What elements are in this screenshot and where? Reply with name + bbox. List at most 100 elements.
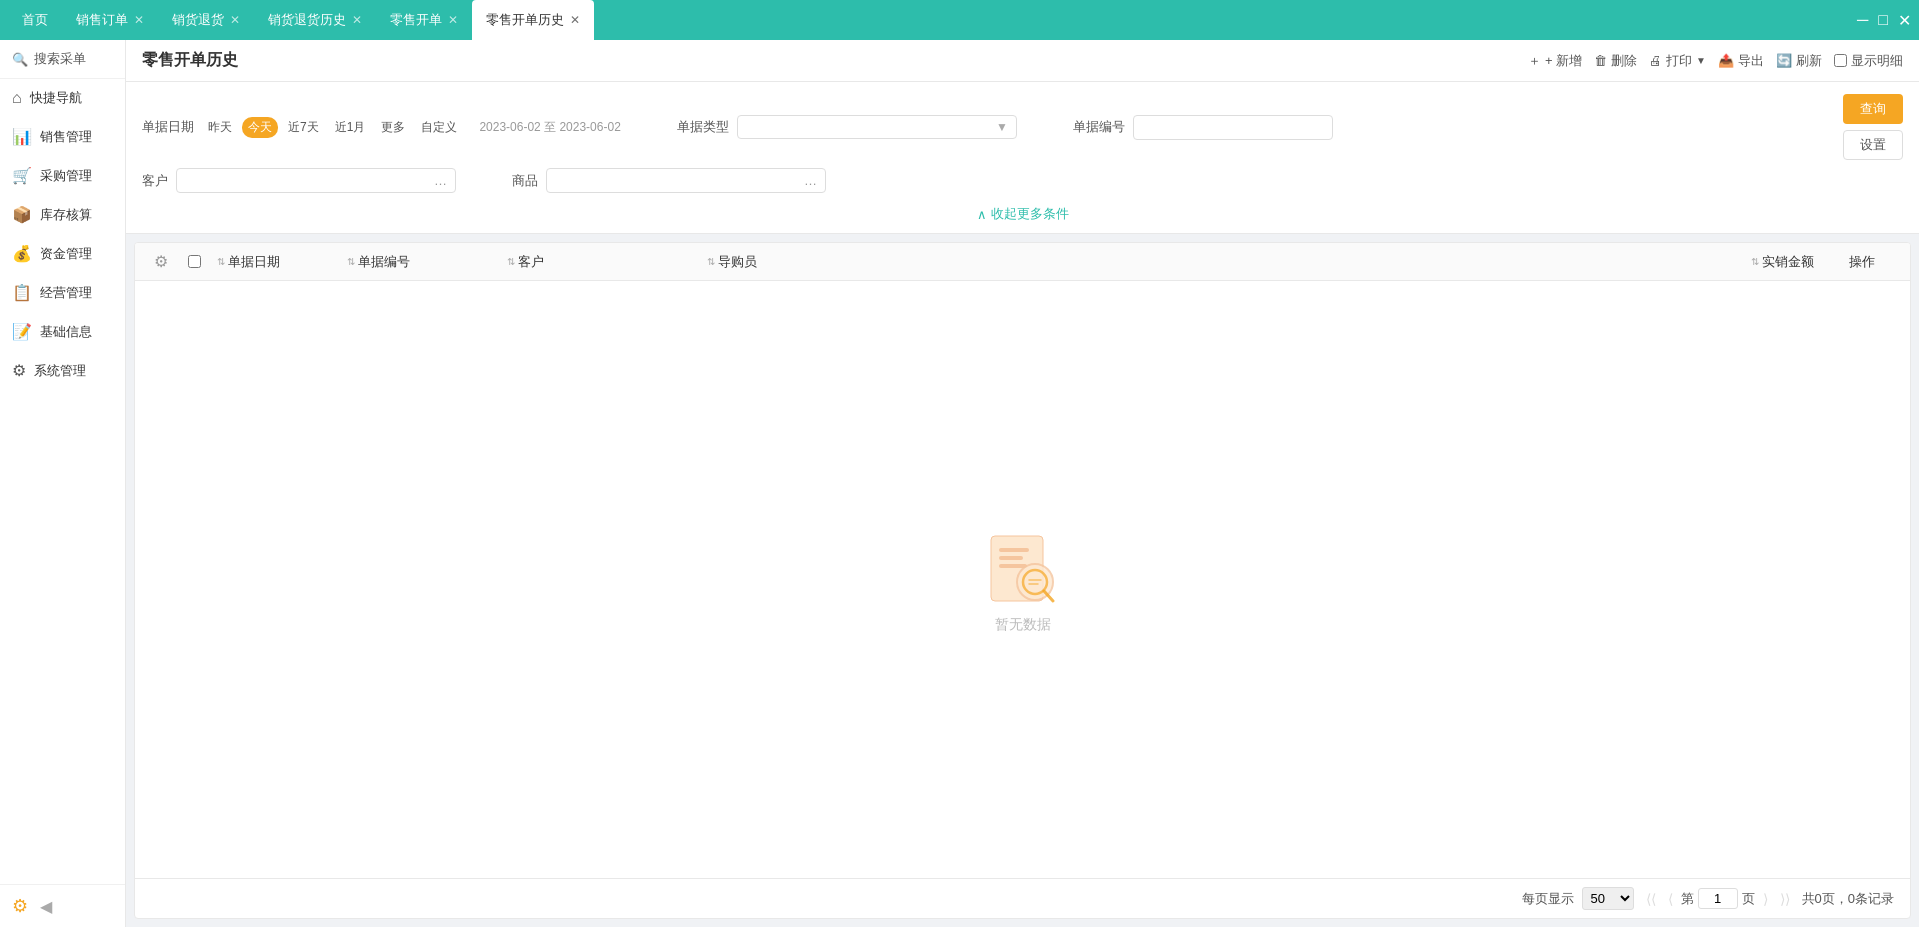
maximize-button[interactable]: □ bbox=[1878, 11, 1888, 29]
doc-type-label: 单据类型 bbox=[677, 118, 729, 136]
tab-close-sales-order[interactable]: ✕ bbox=[134, 13, 144, 27]
customer-label: 客户 bbox=[142, 172, 168, 190]
ops-icon: 📋 bbox=[12, 283, 32, 302]
display-detail-checkbox-container: 显示明细 bbox=[1834, 52, 1903, 70]
customer-input[interactable]: … bbox=[176, 168, 456, 193]
sidebar-item-finance[interactable]: 💰 资金管理 bbox=[0, 234, 125, 273]
collapse-label: 收起更多条件 bbox=[991, 205, 1069, 223]
table-settings-icon[interactable]: ⚙ bbox=[143, 252, 179, 271]
doc-type-dropdown-icon: ▼ bbox=[996, 120, 1008, 134]
purchase-icon: 🛒 bbox=[12, 166, 32, 185]
col-header-salesperson[interactable]: ⇅ 导购员 bbox=[699, 253, 819, 271]
svg-rect-3 bbox=[999, 564, 1027, 568]
sidebar-bottom: ⚙ ◀ bbox=[0, 884, 125, 927]
tab-sales-order[interactable]: 销售订单 ✕ bbox=[62, 0, 158, 40]
sidebar-item-inventory[interactable]: 📦 库存核算 bbox=[0, 195, 125, 234]
doc-num-input[interactable] bbox=[1133, 115, 1333, 140]
sidebar-item-quick-nav[interactable]: ⌂ 快捷导航 bbox=[0, 79, 125, 117]
sidebar-search-label: 搜索采单 bbox=[34, 50, 86, 68]
col-header-op: 操作 bbox=[1822, 253, 1902, 271]
tab-close-retail-open-history[interactable]: ✕ bbox=[570, 13, 580, 27]
goods-input[interactable]: … bbox=[546, 168, 826, 193]
date-today-btn[interactable]: 今天 bbox=[242, 117, 278, 138]
date-custom-btn[interactable]: 自定义 bbox=[415, 117, 463, 138]
empty-text: 暂无数据 bbox=[995, 616, 1051, 634]
collapse-bar[interactable]: ∧ 收起更多条件 bbox=[142, 201, 1903, 225]
select-all-checkbox[interactable] bbox=[188, 255, 201, 268]
goods-filter-field: 商品 … bbox=[512, 168, 826, 193]
tab-retail-open-history[interactable]: 零售开单历史 ✕ bbox=[472, 0, 594, 40]
table-header: ⚙ ⇅ 单据日期 ⇅ 单据编号 ⇅ 客户 ⇅ 导购员 bbox=[135, 243, 1910, 281]
sidebar-label-base-info: 基础信息 bbox=[40, 323, 92, 341]
export-button[interactable]: 📤 导出 bbox=[1718, 52, 1764, 70]
col-header-date[interactable]: ⇅ 单据日期 bbox=[209, 253, 339, 271]
col-header-client[interactable]: ⇅ 客户 bbox=[499, 253, 699, 271]
display-detail-label: 显示明细 bbox=[1851, 52, 1903, 70]
tab-home[interactable]: 首页 bbox=[8, 0, 62, 40]
search-icon: 🔍 bbox=[12, 52, 28, 67]
doc-type-select[interactable]: ▼ bbox=[737, 115, 1017, 139]
sys-icon: ⚙ bbox=[12, 361, 26, 380]
sidebar-label-finance: 资金管理 bbox=[40, 245, 92, 263]
date-last7-btn[interactable]: 近7天 bbox=[282, 117, 325, 138]
query-button[interactable]: 查询 bbox=[1843, 94, 1903, 124]
empty-state: 暂无数据 bbox=[135, 281, 1910, 878]
print-icon: 🖨 bbox=[1649, 53, 1662, 68]
tab-sales-return-history[interactable]: 销货退货历史 ✕ bbox=[254, 0, 376, 40]
print-button[interactable]: 🖨 打印 ▼ bbox=[1649, 52, 1706, 70]
page-last-btn[interactable]: ⟩⟩ bbox=[1776, 889, 1794, 909]
sidebar-label-purchase-mgmt: 采购管理 bbox=[40, 167, 92, 185]
tab-retail-open[interactable]: 零售开单 ✕ bbox=[376, 0, 472, 40]
date-more-btn[interactable]: 更多 bbox=[375, 117, 411, 138]
tab-close-sales-return-history[interactable]: ✕ bbox=[352, 13, 362, 27]
page-nav: ⟨⟨ ⟨ 第 页 ⟩ ⟩⟩ bbox=[1642, 888, 1794, 909]
sidebar-search[interactable]: 🔍 搜索采单 bbox=[0, 40, 125, 79]
delete-icon: 🗑 bbox=[1594, 53, 1607, 68]
sidebar-item-sys-mgmt[interactable]: ⚙ 系统管理 bbox=[0, 351, 125, 390]
content-area: 零售开单历史 ＋ + 新增 🗑 删除 🖨 打印 ▼ 📤 导出 bbox=[126, 40, 1919, 927]
date-filter-field: 单据日期 昨天 今天 近7天 近1月 更多 自定义 bbox=[142, 117, 463, 138]
window-controls: ─ □ ✕ bbox=[1857, 11, 1911, 30]
close-button[interactable]: ✕ bbox=[1898, 11, 1911, 30]
table-select-all[interactable] bbox=[179, 255, 209, 268]
date-filter-label: 单据日期 bbox=[142, 118, 194, 136]
page-next-btn[interactable]: ⟩ bbox=[1759, 889, 1772, 909]
sidebar-item-sales-mgmt[interactable]: 📊 销售管理 bbox=[0, 117, 125, 156]
customer-ellipsis: … bbox=[434, 173, 447, 188]
col-header-amount[interactable]: ⇅ 实销金额 bbox=[1702, 253, 1822, 271]
minimize-button[interactable]: ─ bbox=[1857, 11, 1868, 29]
page-first-btn[interactable]: ⟨⟨ bbox=[1642, 889, 1660, 909]
tab-bar: 首页 销售订单 ✕ 销货退货 ✕ 销货退货历史 ✕ 零售开单 ✕ 零售开单历史 … bbox=[0, 0, 1919, 40]
sidebar-item-purchase-mgmt[interactable]: 🛒 采购管理 bbox=[0, 156, 125, 195]
inventory-icon: 📦 bbox=[12, 205, 32, 224]
goods-label: 商品 bbox=[512, 172, 538, 190]
sidebar-settings-icon[interactable]: ⚙ bbox=[12, 895, 28, 917]
delete-button[interactable]: 🗑 删除 bbox=[1594, 52, 1637, 70]
refresh-icon: 🔄 bbox=[1776, 53, 1792, 68]
page-prev-btn[interactable]: ⟨ bbox=[1664, 889, 1677, 909]
per-page-select[interactable]: 50 100 200 bbox=[1582, 887, 1634, 910]
tab-close-sales-return[interactable]: ✕ bbox=[230, 13, 240, 27]
display-detail-checkbox[interactable] bbox=[1834, 54, 1847, 67]
sidebar-label-inventory: 库存核算 bbox=[40, 206, 92, 224]
sidebar-label-sys-mgmt: 系统管理 bbox=[34, 362, 86, 380]
refresh-button[interactable]: 🔄 刷新 bbox=[1776, 52, 1822, 70]
date-yesterday-btn[interactable]: 昨天 bbox=[202, 117, 238, 138]
finance-icon: 💰 bbox=[12, 244, 32, 263]
svg-rect-2 bbox=[999, 556, 1023, 560]
tab-sales-return[interactable]: 销货退货 ✕ bbox=[158, 0, 254, 40]
date-last-month-btn[interactable]: 近1月 bbox=[329, 117, 372, 138]
page-input[interactable] bbox=[1698, 888, 1738, 909]
sidebar: 🔍 搜索采单 ⌂ 快捷导航 📊 销售管理 🛒 采购管理 📦 库存核算 💰 资金管… bbox=[0, 40, 126, 927]
sidebar-item-ops-mgmt[interactable]: 📋 经营管理 bbox=[0, 273, 125, 312]
settings-button[interactable]: 设置 bbox=[1843, 130, 1903, 160]
sidebar-item-base-info[interactable]: 📝 基础信息 bbox=[0, 312, 125, 351]
col-date-sort-icon: ⇅ bbox=[217, 256, 225, 267]
table-area: ⚙ ⇅ 单据日期 ⇅ 单据编号 ⇅ 客户 ⇅ 导购员 bbox=[134, 242, 1911, 919]
tab-close-retail-open[interactable]: ✕ bbox=[448, 13, 458, 27]
add-button[interactable]: ＋ + 新增 bbox=[1528, 52, 1582, 70]
customer-filter-field: 客户 … bbox=[142, 168, 456, 193]
page-label: 第 bbox=[1681, 890, 1694, 908]
sidebar-collapse-icon[interactable]: ◀ bbox=[40, 897, 52, 916]
col-header-num[interactable]: ⇅ 单据编号 bbox=[339, 253, 499, 271]
